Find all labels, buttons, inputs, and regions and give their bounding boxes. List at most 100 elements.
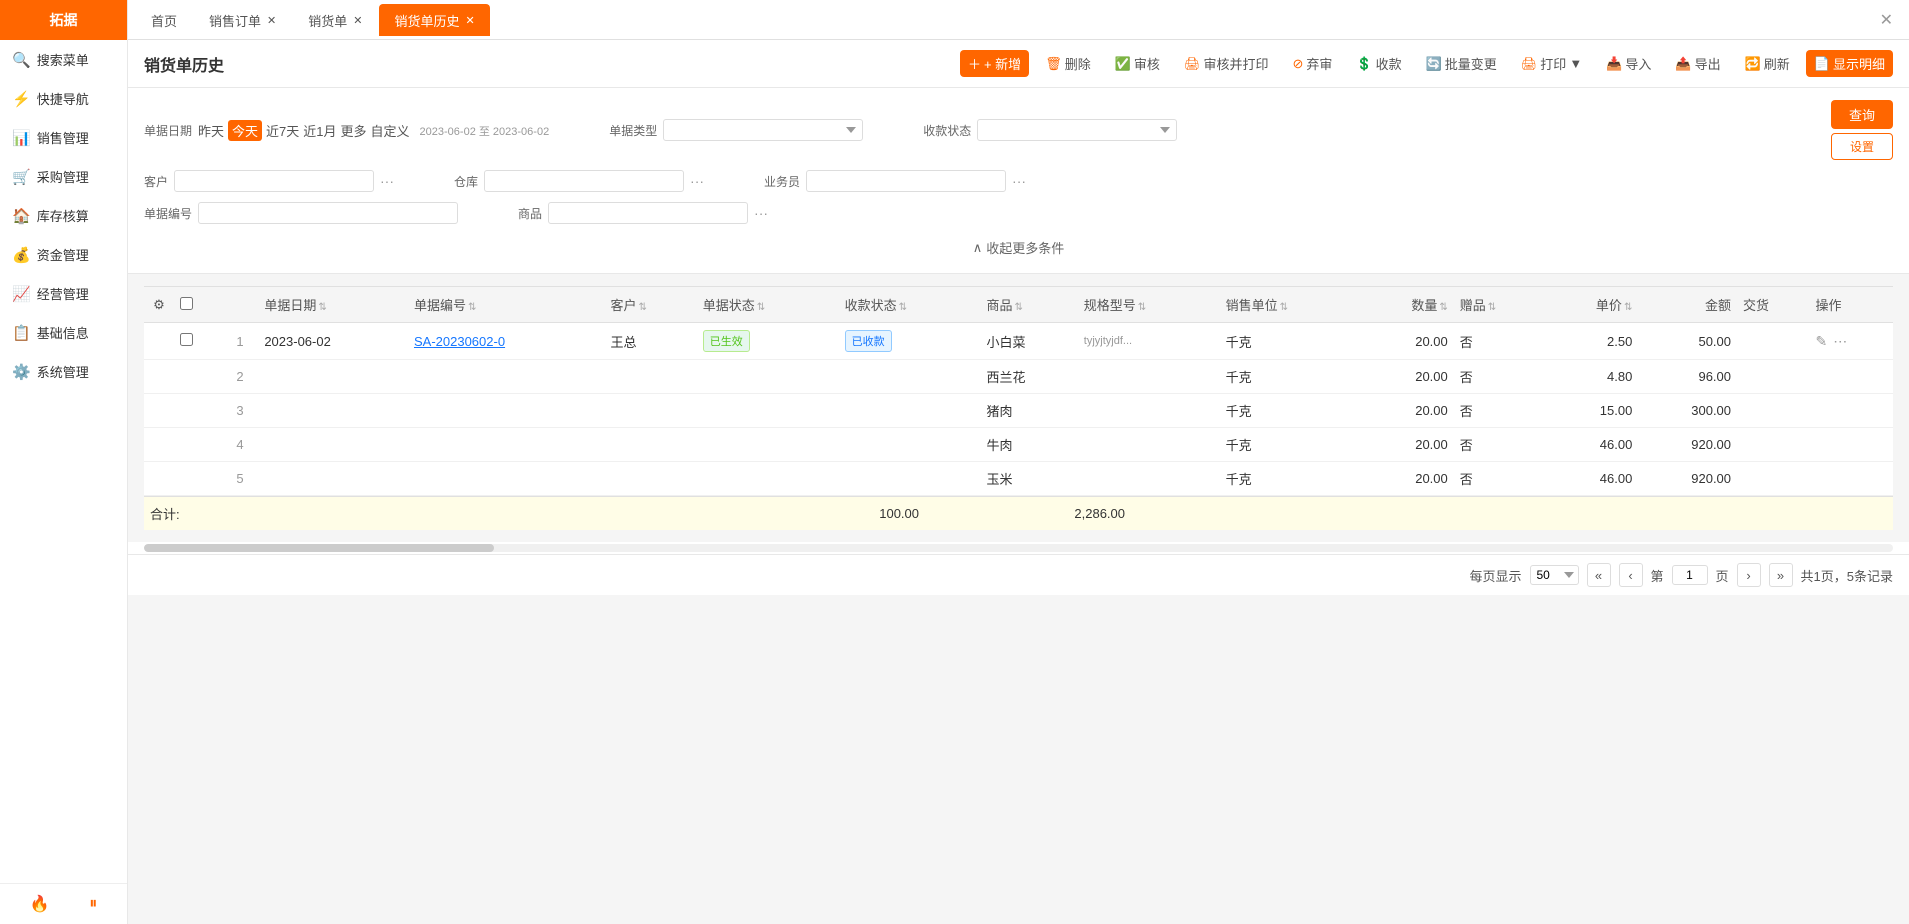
first-page-button[interactable]: «	[1587, 563, 1611, 587]
sidebar-item-inventory[interactable]: 🏠 库存核算	[0, 196, 127, 235]
col-qty[interactable]: 数量⇅	[1361, 287, 1453, 323]
pagination: 每页显示 50 100 200 « ‹ 第 页 › » 共1页，5条记录	[128, 554, 1909, 595]
money-icon: 💰	[12, 246, 31, 264]
row-pay-status: 已收款	[839, 323, 981, 360]
close-all-tabs-button[interactable]: ✕	[1872, 10, 1901, 30]
export-button[interactable]: 📤 导出	[1667, 50, 1728, 77]
row-spec	[1078, 462, 1220, 496]
sidebar-item-finance[interactable]: 💰 资金管理	[0, 235, 127, 274]
page-number-input[interactable]	[1672, 565, 1708, 585]
warehouse-input[interactable]	[484, 170, 684, 192]
batch-change-button[interactable]: 🔄 批量变更	[1418, 50, 1505, 77]
edit-icon[interactable]: ✎	[1815, 333, 1827, 350]
set-button[interactable]: 设置	[1831, 133, 1893, 160]
prev-page-button[interactable]: ‹	[1619, 563, 1643, 587]
import-button[interactable]: 📥 导入	[1598, 50, 1659, 77]
audit-button[interactable]: ✅ 审核	[1107, 50, 1168, 77]
horizontal-scrollbar[interactable]	[128, 542, 1909, 554]
tab-sales-order[interactable]: 销售订单 ✕	[194, 4, 291, 36]
date-quick-1month[interactable]: 近1月	[303, 121, 336, 140]
agent-ellipsis[interactable]: ···	[1012, 173, 1026, 189]
sidebar-item-label: 搜索菜单	[37, 50, 89, 69]
next-page-button[interactable]: ›	[1737, 563, 1761, 587]
row-doc-no[interactable]: SA-20230602-0	[408, 323, 605, 360]
fire-icon[interactable]: 🔥	[30, 894, 50, 914]
new-button[interactable]: ＋ + 新增	[960, 50, 1029, 77]
tab-sales-history-close[interactable]: ✕	[466, 14, 475, 27]
doc-type-select[interactable]	[663, 119, 863, 141]
col-spec[interactable]: 规格型号⇅	[1078, 287, 1220, 323]
row-customer: 王总	[605, 323, 697, 360]
row-doc-no	[408, 428, 605, 462]
tab-sales-goods[interactable]: 销货单 ✕	[293, 4, 377, 36]
pause-icon[interactable]: ⏸	[89, 895, 97, 913]
customer-ellipsis[interactable]: ···	[380, 173, 394, 189]
date-quick-custom[interactable]: 自定义	[371, 121, 410, 140]
agent-input[interactable]	[806, 170, 1006, 192]
table-area: ⚙ 单据日期⇅ 单据编号⇅ 客户⇅ 单据状态⇅ 收款状态⇅ 商品⇅ 规格型号⇅ …	[128, 274, 1909, 542]
date-quick-more[interactable]: 更多	[341, 121, 367, 140]
tab-home[interactable]: 首页	[136, 4, 192, 36]
row-price: 4.80	[1546, 360, 1638, 394]
col-unit[interactable]: 销售单位⇅	[1220, 287, 1362, 323]
audit-print-button[interactable]: 🖨 审核并打印	[1176, 50, 1277, 77]
per-page-label: 每页显示	[1469, 566, 1521, 585]
warehouse-ellipsis[interactable]: ···	[690, 173, 704, 189]
date-quick-today[interactable]: 今天	[228, 120, 262, 141]
cart-icon: 🛒	[12, 168, 31, 186]
per-page-select[interactable]: 50 100 200	[1530, 565, 1579, 585]
col-doc-status[interactable]: 单据状态⇅	[697, 287, 839, 323]
tab-sales-order-label: 销售订单	[209, 11, 261, 30]
col-pay-status[interactable]: 收款状态⇅	[839, 287, 981, 323]
collapse-button[interactable]: ∧ 收起更多条件	[144, 234, 1893, 261]
sidebar-item-quicknav[interactable]: ⚡ 快捷导航	[0, 79, 127, 118]
col-customer[interactable]: 客户⇅	[605, 287, 697, 323]
col-gear[interactable]: ⚙	[144, 287, 174, 323]
show-detail-button[interactable]: 📄 显示明细	[1806, 50, 1893, 77]
delete-button[interactable]: 🗑 删除	[1037, 50, 1099, 77]
col-amount: 金额	[1638, 287, 1737, 323]
print-button[interactable]: 🖨 打印 ▼	[1513, 50, 1590, 77]
query-button[interactable]: 查询	[1831, 100, 1893, 129]
col-price[interactable]: 单价⇅	[1546, 287, 1638, 323]
col-checkbox[interactable]	[174, 287, 222, 323]
pay-status-select[interactable]	[977, 119, 1177, 141]
tab-sales-history[interactable]: 销货单历史 ✕	[379, 4, 489, 36]
goods-input[interactable]	[548, 202, 748, 224]
sidebar-item-purchase[interactable]: 🛒 采购管理	[0, 157, 127, 196]
date-quick-7days[interactable]: 近7天	[266, 121, 299, 140]
sidebar-item-ops[interactable]: 📈 经营管理	[0, 274, 127, 313]
tab-sales-order-close[interactable]: ✕	[267, 14, 276, 27]
collect-button[interactable]: 💲 收款	[1348, 50, 1409, 77]
row-gift: 否	[1454, 360, 1546, 394]
row-doc-no	[408, 360, 605, 394]
customer-input[interactable]	[174, 170, 374, 192]
row-spec	[1078, 394, 1220, 428]
sidebar-item-search[interactable]: 🔍 搜索菜单	[0, 40, 127, 79]
abandon-button[interactable]: ⊘ 弃审	[1284, 50, 1340, 77]
abandon-icon: ⊘	[1292, 56, 1303, 72]
col-gift[interactable]: 赠品⇅	[1454, 287, 1546, 323]
date-quick-yesterday[interactable]: 昨天	[198, 121, 224, 140]
tab-sales-goods-close[interactable]: ✕	[353, 14, 362, 27]
row-gift: 否	[1454, 462, 1546, 496]
tab-sales-goods-label: 销货单	[308, 11, 347, 30]
more-icon[interactable]: ⋯	[1833, 333, 1847, 350]
select-all-checkbox[interactable]	[180, 297, 193, 310]
refresh-button[interactable]: 🔁 刷新	[1737, 50, 1798, 77]
data-table: ⚙ 单据日期⇅ 单据编号⇅ 客户⇅ 单据状态⇅ 收款状态⇅ 商品⇅ 规格型号⇅ …	[144, 286, 1893, 496]
sidebar-item-sales[interactable]: 📊 销售管理	[0, 118, 127, 157]
goods-ellipsis[interactable]: ···	[754, 205, 768, 221]
sidebar-item-system[interactable]: ⚙️ 系统管理	[0, 352, 127, 391]
scrollbar-thumb[interactable]	[144, 544, 494, 552]
last-page-button[interactable]: »	[1769, 563, 1793, 587]
docno-input[interactable]	[198, 202, 458, 224]
main-area: 首页 销售订单 ✕ 销货单 ✕ 销货单历史 ✕ ✕ 销货单历史 ＋ + 新增	[128, 0, 1909, 924]
row-spec	[1078, 360, 1220, 394]
table-row: 12023-06-02SA-20230602-0王总已生效已收款小白菜tyjyj…	[144, 323, 1893, 360]
row-checkbox[interactable]	[174, 323, 222, 360]
col-doc-no[interactable]: 单据编号⇅	[408, 287, 605, 323]
sidebar-item-basic[interactable]: 📋 基础信息	[0, 313, 127, 352]
col-goods[interactable]: 商品⇅	[981, 287, 1078, 323]
col-doc-date[interactable]: 单据日期⇅	[258, 287, 408, 323]
